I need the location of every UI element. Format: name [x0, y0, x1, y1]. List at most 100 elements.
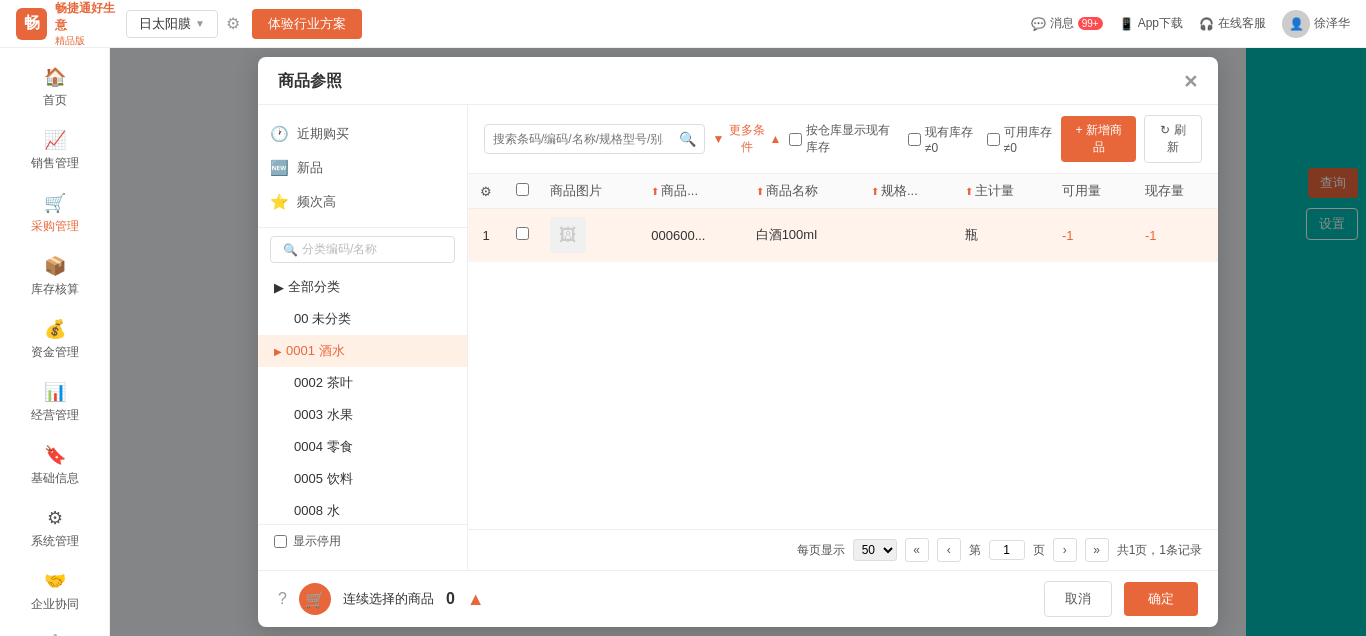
current-stock-checkbox-label[interactable]: 现有库存≠0 [908, 124, 975, 155]
th-name[interactable]: ⬆ 商品名称 [746, 174, 861, 209]
star-icon: ⭐ [270, 193, 289, 211]
sidebar-item-system[interactable]: ⚙ 系统管理 [0, 497, 109, 560]
folder-icon: ▶ [274, 280, 284, 295]
avatar: 👤 [1282, 10, 1310, 38]
message-nav-item[interactable]: 💬 消息 99+ [1031, 15, 1103, 32]
th-stock: 现存量 [1135, 174, 1218, 209]
help-icon[interactable]: ? [278, 590, 287, 608]
gear-icon[interactable]: ⚙ [226, 14, 240, 33]
sidebar-item-basic-info[interactable]: 🔖 基础信息 [0, 434, 109, 497]
last-page-button[interactable]: » [1085, 538, 1109, 562]
th-spec[interactable]: ⬆ 规格... [861, 174, 955, 209]
frequent-nav[interactable]: ⭐ 频次高 [258, 185, 467, 219]
category-item-2[interactable]: 0002 茶叶 [258, 367, 467, 399]
cat-arrow-icon: ▶ [274, 346, 282, 357]
message-icon: 💬 [1031, 17, 1046, 31]
cancel-button[interactable]: 取消 [1044, 581, 1112, 617]
category-item-0[interactable]: 00 未分类 [258, 303, 467, 335]
current-stock-checkbox[interactable] [908, 133, 921, 146]
category-item-4[interactable]: 0004 零食 [258, 431, 467, 463]
td-stock: -1 [1135, 209, 1218, 262]
app-download-nav-item[interactable]: 📱 App下载 [1119, 15, 1183, 32]
pagination: 每页显示 50 « ‹ 第 页 › » 共1页，1条记录 [468, 529, 1218, 570]
th-available: 可用量 [1052, 174, 1135, 209]
category-item-1[interactable]: ▶ 0001 酒水 [258, 335, 467, 367]
available-stock-checkbox-label[interactable]: 可用库存≠0 [987, 124, 1054, 155]
category-all[interactable]: ▶ 全部分类 [258, 271, 467, 303]
warehouse-stock-checkbox[interactable] [789, 133, 802, 146]
sidebar-item-operations[interactable]: 📊 经营管理 [0, 371, 109, 434]
row-checkbox[interactable] [516, 227, 529, 240]
category-search[interactable]: 🔍 分类编码/名称 [270, 236, 455, 263]
sidebar-item-guide[interactable]: 📋 新手引导 [0, 623, 109, 636]
sidebar-item-enterprise[interactable]: 🤝 企业协同 [0, 560, 109, 623]
enterprise-icon: 🤝 [44, 570, 66, 592]
experience-button[interactable]: 体验行业方案 [252, 9, 362, 39]
sidebar-item-sales[interactable]: 📈 销售管理 [0, 119, 109, 182]
td-unit: 瓶 [955, 209, 1052, 262]
modal-footer: ? 🛒 连续选择的商品 0 ▲ 取消 确定 [258, 570, 1218, 627]
home-icon: 🏠 [44, 66, 66, 88]
search-button[interactable]: 🔍 [671, 131, 704, 147]
sidebar-item-inventory[interactable]: 📦 库存核算 [0, 245, 109, 308]
sort-icon3: ⬆ [871, 186, 879, 197]
category-list: ▶ 全部分类 00 未分类 ▶ 0001 酒水 [258, 271, 467, 524]
confirm-button[interactable]: 确定 [1124, 582, 1198, 616]
product-image: 🖼 [550, 217, 586, 253]
sidebar-item-home[interactable]: 🏠 首页 [0, 56, 109, 119]
select-all-checkbox[interactable] [516, 183, 529, 196]
nav-selector[interactable]: 日太阳膜 ▼ [126, 10, 218, 38]
cart-icon[interactable]: 🛒 [299, 583, 331, 615]
basic-info-icon: 🔖 [44, 444, 66, 466]
prev-page-button[interactable]: ‹ [937, 538, 961, 562]
logo-icon: 畅 [16, 8, 47, 40]
category-item-3[interactable]: 0003 水果 [258, 399, 467, 431]
th-unit[interactable]: ⬆ 主计量 [955, 174, 1052, 209]
available-stock-checkbox[interactable] [987, 133, 1000, 146]
service-nav-item[interactable]: 🎧 在线客服 [1199, 15, 1266, 32]
refresh-button[interactable]: ↻ 刷新 [1144, 115, 1202, 163]
modal-close-button[interactable]: ✕ [1183, 73, 1198, 91]
product-search-bar[interactable]: 🔍 [484, 124, 705, 154]
collapse-icon[interactable]: ▲ [467, 589, 485, 610]
warehouse-stock-checkbox-label[interactable]: 按仓库显示现有库存 [789, 122, 896, 156]
recent-buy-nav[interactable]: 🕐 近期购买 [258, 117, 467, 151]
sidebar-item-purchase[interactable]: 🛒 采购管理 [0, 182, 109, 245]
sidebar-item-finance[interactable]: 💰 资金管理 [0, 308, 109, 371]
show-disabled-area: 显示停用 [258, 524, 467, 558]
table-row[interactable]: 1 🖼 000600... 白酒100ml 瓶 [468, 209, 1218, 262]
th-checkbox[interactable] [504, 174, 540, 209]
th-image: 商品图片 [540, 174, 641, 209]
operations-icon: 📊 [44, 381, 66, 403]
search-input[interactable] [485, 132, 671, 146]
th-code[interactable]: ⬆ 商品... [641, 174, 745, 209]
td-checkbox[interactable] [504, 209, 540, 262]
top-nav: 畅 畅捷通好生意 精品版 日太阳膜 ▼ ⚙ 体验行业方案 💬 消息 99+ 📱 … [0, 0, 1366, 48]
filter-button[interactable]: ▼ 更多条件 ▲ [713, 122, 782, 156]
headset-icon: 🎧 [1199, 17, 1214, 31]
new-icon: 🆕 [270, 159, 289, 177]
new-goods-nav[interactable]: 🆕 新品 [258, 151, 467, 185]
sort-icon4: ⬆ [965, 186, 973, 197]
page-input[interactable] [989, 540, 1025, 560]
modal-right-panel: 🔍 ▼ 更多条件 ▲ 按仓库显示现有库存 [468, 105, 1218, 570]
th-settings[interactable]: ⚙ [468, 174, 504, 209]
modal-overlay: 商品参照 ✕ 🕐 近期购买 🆕 新品 [110, 48, 1366, 636]
td-index: 1 [468, 209, 504, 262]
sort-icon2: ⬆ [756, 186, 764, 197]
show-disabled-checkbox[interactable] [274, 535, 287, 548]
main-layout: 🏠 首页 📈 销售管理 🛒 采购管理 📦 库存核算 💰 资金管理 📊 经营管理 … [0, 48, 1366, 636]
category-item-5[interactable]: 0005 饮料 [258, 463, 467, 495]
add-product-button[interactable]: + 新增商品 [1061, 116, 1135, 162]
inventory-icon: 📦 [44, 255, 66, 277]
purchase-icon: 🛒 [44, 192, 66, 214]
first-page-button[interactable]: « [905, 538, 929, 562]
category-item-6[interactable]: 0008 水 [258, 495, 467, 524]
user-nav-item[interactable]: 👤 徐泽华 [1282, 10, 1350, 38]
page-size-select[interactable]: 50 [853, 539, 897, 561]
next-page-button[interactable]: › [1053, 538, 1077, 562]
clock-icon: 🕐 [270, 125, 289, 143]
td-image: 🖼 [540, 209, 641, 262]
left-divider [258, 227, 467, 228]
logo-area: 畅 畅捷通好生意 精品版 [16, 0, 126, 48]
